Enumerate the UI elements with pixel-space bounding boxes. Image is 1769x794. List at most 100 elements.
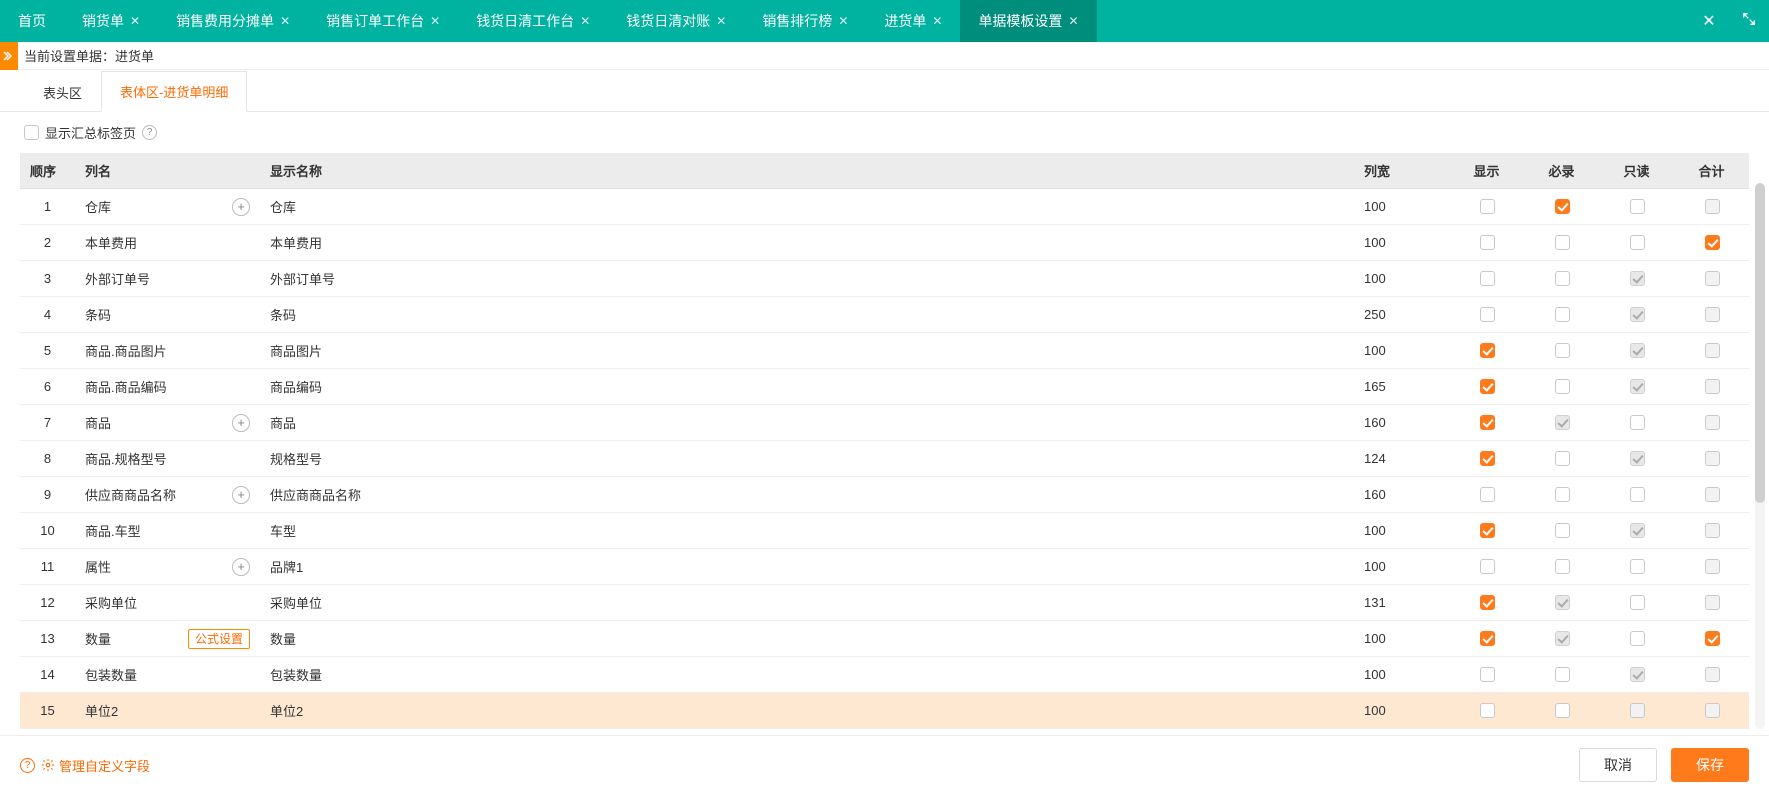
cell-display-name[interactable]: 仓库 bbox=[260, 189, 1354, 225]
cell-width[interactable]: 165 bbox=[1354, 369, 1449, 405]
cell-display-name[interactable]: 商品编码 bbox=[260, 369, 1354, 405]
table-row[interactable]: 9供应商商品名称+供应商商品名称160 bbox=[20, 477, 1749, 513]
cell-width[interactable]: 100 bbox=[1354, 513, 1449, 549]
cell-width[interactable]: 124 bbox=[1354, 441, 1449, 477]
table-row[interactable]: 15单位2单位2100 bbox=[20, 693, 1749, 729]
cell-display-name[interactable]: 数量 bbox=[260, 621, 1354, 657]
top-tab[interactable]: 销货单✕ bbox=[64, 0, 158, 42]
show-checkbox[interactable] bbox=[1480, 703, 1495, 718]
add-column-icon[interactable]: + bbox=[232, 198, 250, 216]
tab-close-icon[interactable]: ✕ bbox=[932, 14, 942, 28]
top-tab[interactable]: 钱货日清对账✕ bbox=[608, 0, 744, 42]
show-checkbox[interactable] bbox=[1480, 271, 1495, 286]
readonly-checkbox[interactable] bbox=[1630, 631, 1645, 646]
section-tab[interactable]: 表体区-进货单明细 bbox=[101, 71, 247, 112]
cell-width[interactable]: 250 bbox=[1354, 297, 1449, 333]
top-tab[interactable]: 销售费用分摊单✕ bbox=[158, 0, 308, 42]
table-row[interactable]: 4条码条码250 bbox=[20, 297, 1749, 333]
tab-close-icon[interactable]: ✕ bbox=[130, 14, 140, 28]
tab-close-icon[interactable]: ✕ bbox=[430, 14, 440, 28]
show-checkbox[interactable] bbox=[1480, 379, 1495, 394]
required-checkbox[interactable] bbox=[1555, 271, 1570, 286]
cell-display-name[interactable]: 规格型号 bbox=[260, 441, 1354, 477]
required-checkbox[interactable] bbox=[1555, 703, 1570, 718]
table-row[interactable]: 14包装数量包装数量100 bbox=[20, 657, 1749, 693]
cell-display-name[interactable]: 供应商商品名称 bbox=[260, 477, 1354, 513]
sum-checkbox[interactable] bbox=[1705, 631, 1720, 646]
cell-width[interactable]: 160 bbox=[1354, 405, 1449, 441]
cell-display-name[interactable]: 商品 bbox=[260, 405, 1354, 441]
required-checkbox[interactable] bbox=[1555, 379, 1570, 394]
top-tab[interactable]: 单据模板设置✕ bbox=[960, 0, 1096, 42]
cell-width[interactable]: 100 bbox=[1354, 189, 1449, 225]
show-checkbox[interactable] bbox=[1480, 451, 1495, 466]
readonly-checkbox[interactable] bbox=[1630, 595, 1645, 610]
cell-width[interactable]: 100 bbox=[1354, 225, 1449, 261]
top-tab[interactable]: 销售排行榜✕ bbox=[744, 0, 866, 42]
required-checkbox[interactable] bbox=[1555, 667, 1570, 682]
section-tab[interactable]: 表头区 bbox=[24, 72, 101, 112]
save-button[interactable]: 保存 bbox=[1671, 748, 1749, 782]
top-tab[interactable]: 销售订单工作台✕ bbox=[308, 0, 458, 42]
top-tab[interactable]: 进货单✕ bbox=[866, 0, 960, 42]
cell-width[interactable]: 100 bbox=[1354, 693, 1449, 729]
cell-display-name[interactable]: 品牌1 bbox=[260, 549, 1354, 585]
scrollbar-thumb[interactable] bbox=[1755, 183, 1765, 503]
table-row[interactable]: 5商品.商品图片商品图片100 bbox=[20, 333, 1749, 369]
collapse-toggle[interactable] bbox=[0, 42, 18, 70]
cell-display-name[interactable]: 采购单位 bbox=[260, 585, 1354, 621]
show-checkbox[interactable] bbox=[1480, 415, 1495, 430]
show-checkbox[interactable] bbox=[1480, 487, 1495, 502]
cell-width[interactable]: 100 bbox=[1354, 261, 1449, 297]
required-checkbox[interactable] bbox=[1555, 199, 1570, 214]
required-checkbox[interactable] bbox=[1555, 343, 1570, 358]
readonly-checkbox[interactable] bbox=[1630, 415, 1645, 430]
cell-display-name[interactable]: 车型 bbox=[260, 513, 1354, 549]
readonly-checkbox[interactable] bbox=[1630, 487, 1645, 502]
add-column-icon[interactable]: + bbox=[232, 558, 250, 576]
show-summary-tab-checkbox[interactable] bbox=[24, 125, 39, 140]
table-row[interactable]: 7商品+商品160 bbox=[20, 405, 1749, 441]
required-checkbox[interactable] bbox=[1555, 487, 1570, 502]
cell-display-name[interactable]: 单位2 bbox=[260, 693, 1354, 729]
help-icon[interactable]: ? bbox=[142, 125, 157, 140]
cell-width[interactable]: 131 bbox=[1354, 585, 1449, 621]
show-checkbox[interactable] bbox=[1480, 343, 1495, 358]
add-column-icon[interactable]: + bbox=[232, 486, 250, 504]
cell-display-name[interactable]: 本单费用 bbox=[260, 225, 1354, 261]
required-checkbox[interactable] bbox=[1555, 235, 1570, 250]
tab-close-icon[interactable]: ✕ bbox=[716, 14, 726, 28]
table-row[interactable]: 13数量公式设置数量100 bbox=[20, 621, 1749, 657]
table-row[interactable]: 11属性+品牌1100 bbox=[20, 549, 1749, 585]
table-row[interactable]: 8商品.规格型号规格型号124 bbox=[20, 441, 1749, 477]
formula-settings-button[interactable]: 公式设置 bbox=[188, 629, 250, 649]
cancel-button[interactable]: 取消 bbox=[1579, 748, 1657, 782]
readonly-checkbox[interactable] bbox=[1630, 235, 1645, 250]
close-all-tabs-button[interactable]: ✕ bbox=[1689, 0, 1729, 42]
sum-checkbox[interactable] bbox=[1705, 235, 1720, 250]
cell-display-name[interactable]: 包装数量 bbox=[260, 657, 1354, 693]
table-row[interactable]: 10商品.车型车型100 bbox=[20, 513, 1749, 549]
top-tab[interactable]: 钱货日清工作台✕ bbox=[458, 0, 608, 42]
show-checkbox[interactable] bbox=[1480, 235, 1495, 250]
cell-width[interactable]: 100 bbox=[1354, 333, 1449, 369]
table-row[interactable]: 1仓库+仓库100 bbox=[20, 189, 1749, 225]
add-column-icon[interactable]: + bbox=[232, 414, 250, 432]
cell-width[interactable]: 100 bbox=[1354, 657, 1449, 693]
show-checkbox[interactable] bbox=[1480, 523, 1495, 538]
vertical-scrollbar[interactable] bbox=[1755, 183, 1765, 729]
cell-display-name[interactable]: 条码 bbox=[260, 297, 1354, 333]
tab-close-icon[interactable]: ✕ bbox=[1068, 14, 1078, 28]
top-tab[interactable]: 首页 bbox=[0, 0, 64, 42]
show-checkbox[interactable] bbox=[1480, 307, 1495, 322]
cell-display-name[interactable]: 商品图片 bbox=[260, 333, 1354, 369]
required-checkbox[interactable] bbox=[1555, 523, 1570, 538]
fullscreen-button[interactable] bbox=[1729, 0, 1769, 42]
show-checkbox[interactable] bbox=[1480, 559, 1495, 574]
readonly-checkbox[interactable] bbox=[1630, 199, 1645, 214]
help-icon[interactable]: ? bbox=[20, 758, 35, 773]
tab-close-icon[interactable]: ✕ bbox=[580, 14, 590, 28]
show-checkbox[interactable] bbox=[1480, 595, 1495, 610]
show-checkbox[interactable] bbox=[1480, 667, 1495, 682]
readonly-checkbox[interactable] bbox=[1630, 559, 1645, 574]
